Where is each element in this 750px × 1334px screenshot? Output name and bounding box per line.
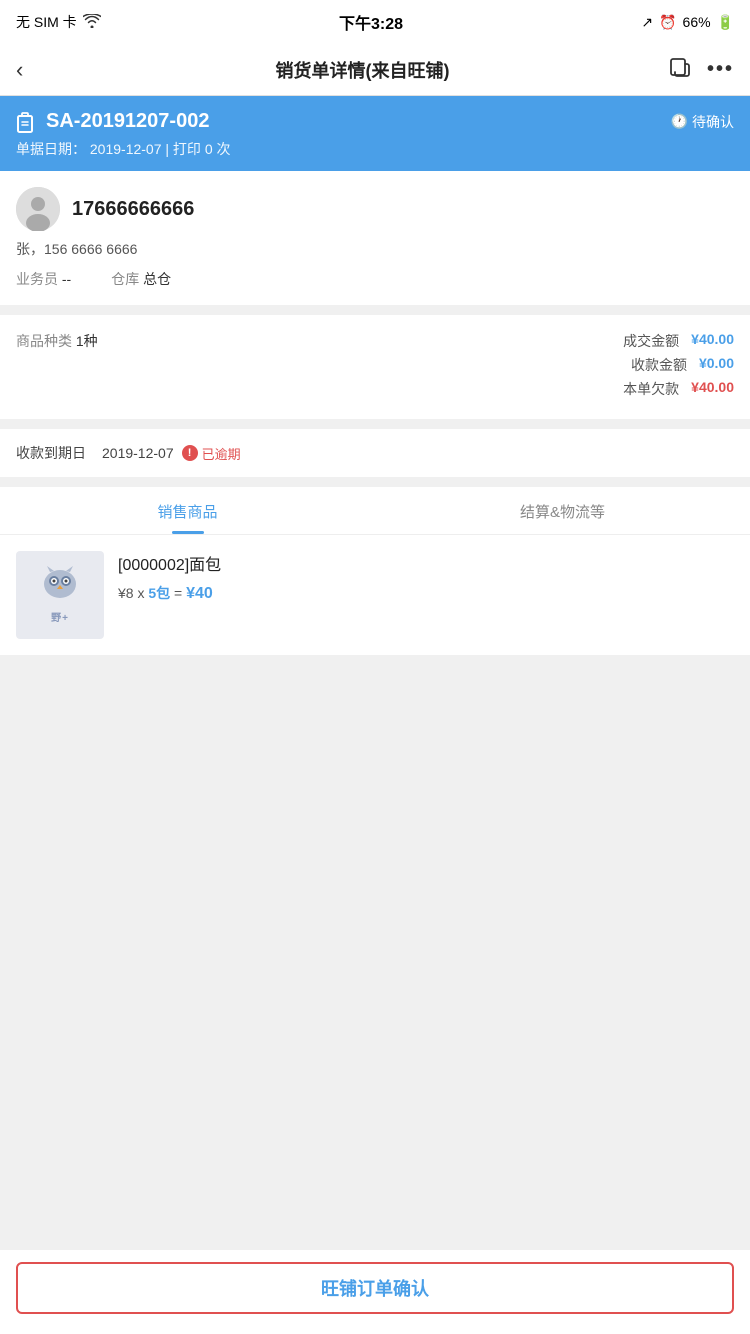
brand-text: 野+ xyxy=(51,609,69,624)
confirm-order-button[interactable]: 旺铺订单确认 xyxy=(16,1262,734,1314)
due-date-section: 收款到期日 2019-12-07 ! 已逾期 xyxy=(0,429,750,477)
price-qty: 5包 xyxy=(148,585,170,601)
status-time: 下午3:28 xyxy=(339,10,403,34)
price-multiply: x xyxy=(137,585,148,601)
salesperson-field: 业务员 -- xyxy=(16,269,71,289)
deal-amount-value: ¥40.00 xyxy=(691,331,734,351)
back-button[interactable]: ‹ xyxy=(16,57,56,83)
location-icon: ↗ xyxy=(641,14,653,31)
deal-amount-row: 成交金额 ¥40.00 xyxy=(623,331,734,351)
share-icon[interactable] xyxy=(669,56,691,84)
due-label: 本单欠款 xyxy=(623,379,679,399)
overdue-badge: ! 已逾期 xyxy=(182,444,241,463)
order-status: 🕐 待确认 xyxy=(671,112,734,132)
tab-sales-label: 销售商品 xyxy=(157,504,217,521)
warehouse-field: 仓库 总仓 xyxy=(111,269,171,289)
product-price: ¥8 x 5包 = ¥40 xyxy=(118,583,734,603)
nav-bar: ‹ 销货单详情(来自旺铺) ••• xyxy=(0,44,750,96)
summary-section: 商品种类 1种 成交金额 ¥40.00 收款金额 ¥0.00 本单欠款 ¥40.… xyxy=(0,315,750,419)
order-print: | 打印 0 次 xyxy=(165,141,230,157)
battery-text: 66% xyxy=(683,14,711,30)
product-name: [0000002]面包 xyxy=(118,551,734,575)
alarm-icon: ⏰ xyxy=(659,14,676,31)
product-thumbnail: 野+ xyxy=(16,551,104,639)
product-info: [0000002]面包 ¥8 x 5包 = ¥40 xyxy=(118,551,734,603)
due-date-value: 2019-12-07 xyxy=(102,445,174,461)
order-date-label: 单据日期： xyxy=(16,141,86,157)
salesperson-label: 业务员 xyxy=(16,271,58,287)
tabs-header: 销售商品 结算&物流等 xyxy=(0,487,750,535)
customer-name: 张，156 6666 6666 xyxy=(16,239,734,259)
product-brand-icon xyxy=(40,566,80,607)
wifi-icon xyxy=(83,14,101,31)
order-meta: 单据日期： 2019-12-07 | 打印 0 次 xyxy=(16,139,734,159)
price-total: ¥40 xyxy=(186,585,213,602)
summary-left: 商品种类 1种 xyxy=(16,331,98,351)
order-id: SA-20191207-002 xyxy=(16,110,209,133)
customer-phone: 17666666666 xyxy=(72,198,194,221)
due-value: ¥40.00 xyxy=(691,379,734,399)
status-right: ↗ ⏰ 66% 🔋 xyxy=(641,14,734,31)
status-bar: 无 SIM 卡 下午3:28 ↗ ⏰ 66% 🔋 xyxy=(0,0,750,44)
nav-actions: ••• xyxy=(669,56,734,84)
bottom-bar: 旺铺订单确认 xyxy=(0,1250,750,1334)
product-item: 野+ [0000002]面包 ¥8 x 5包 = ¥40 xyxy=(0,535,750,655)
due-row: 本单欠款 ¥40.00 xyxy=(623,379,734,399)
empty-area xyxy=(0,655,750,915)
order-document-icon xyxy=(16,111,38,133)
overdue-text: 已逾期 xyxy=(202,444,241,463)
receipt-row: 收款金额 ¥0.00 xyxy=(623,355,734,375)
goods-kind-value: 1种 xyxy=(76,333,98,349)
warehouse-label: 仓库 xyxy=(111,271,139,287)
receipt-label: 收款金额 xyxy=(631,355,687,375)
carrier-text: 无 SIM 卡 xyxy=(16,12,77,32)
tab-settlement[interactable]: 结算&物流等 xyxy=(375,487,750,534)
price-equals: = xyxy=(174,585,186,601)
goods-kind-label: 商品种类 xyxy=(16,333,72,349)
tab-settlement-label: 结算&物流等 xyxy=(520,504,605,521)
warehouse-value: 总仓 xyxy=(143,271,171,287)
due-date-label: 收款到期日 xyxy=(16,443,86,463)
overdue-alert-icon: ! xyxy=(182,445,198,461)
customer-section: 17666666666 张，156 6666 6666 业务员 -- 仓库 总仓 xyxy=(0,171,750,305)
customer-meta: 业务员 -- 仓库 总仓 xyxy=(16,269,734,289)
order-status-text: 待确认 xyxy=(692,112,734,132)
tab-sales-products[interactable]: 销售商品 xyxy=(0,487,375,534)
receipt-value: ¥0.00 xyxy=(699,355,734,375)
page-title: 销货单详情(来自旺铺) xyxy=(56,57,669,83)
summary-right: 成交金额 ¥40.00 收款金额 ¥0.00 本单欠款 ¥40.00 xyxy=(623,331,734,403)
status-left: 无 SIM 卡 xyxy=(16,12,101,32)
price-value: ¥8 xyxy=(118,585,134,601)
more-icon[interactable]: ••• xyxy=(707,58,734,81)
order-id-text: SA-20191207-002 xyxy=(46,110,209,133)
order-header: SA-20191207-002 🕐 待确认 单据日期： 2019-12-07 |… xyxy=(0,96,750,171)
battery-icon: 🔋 xyxy=(717,14,734,31)
deal-amount-label: 成交金额 xyxy=(623,331,679,351)
customer-avatar xyxy=(16,187,60,231)
order-date: 2019-12-07 xyxy=(90,141,162,157)
clock-icon: 🕐 xyxy=(671,113,688,130)
salesperson-value: -- xyxy=(62,271,71,287)
tabs-section: 销售商品 结算&物流等 xyxy=(0,487,750,655)
